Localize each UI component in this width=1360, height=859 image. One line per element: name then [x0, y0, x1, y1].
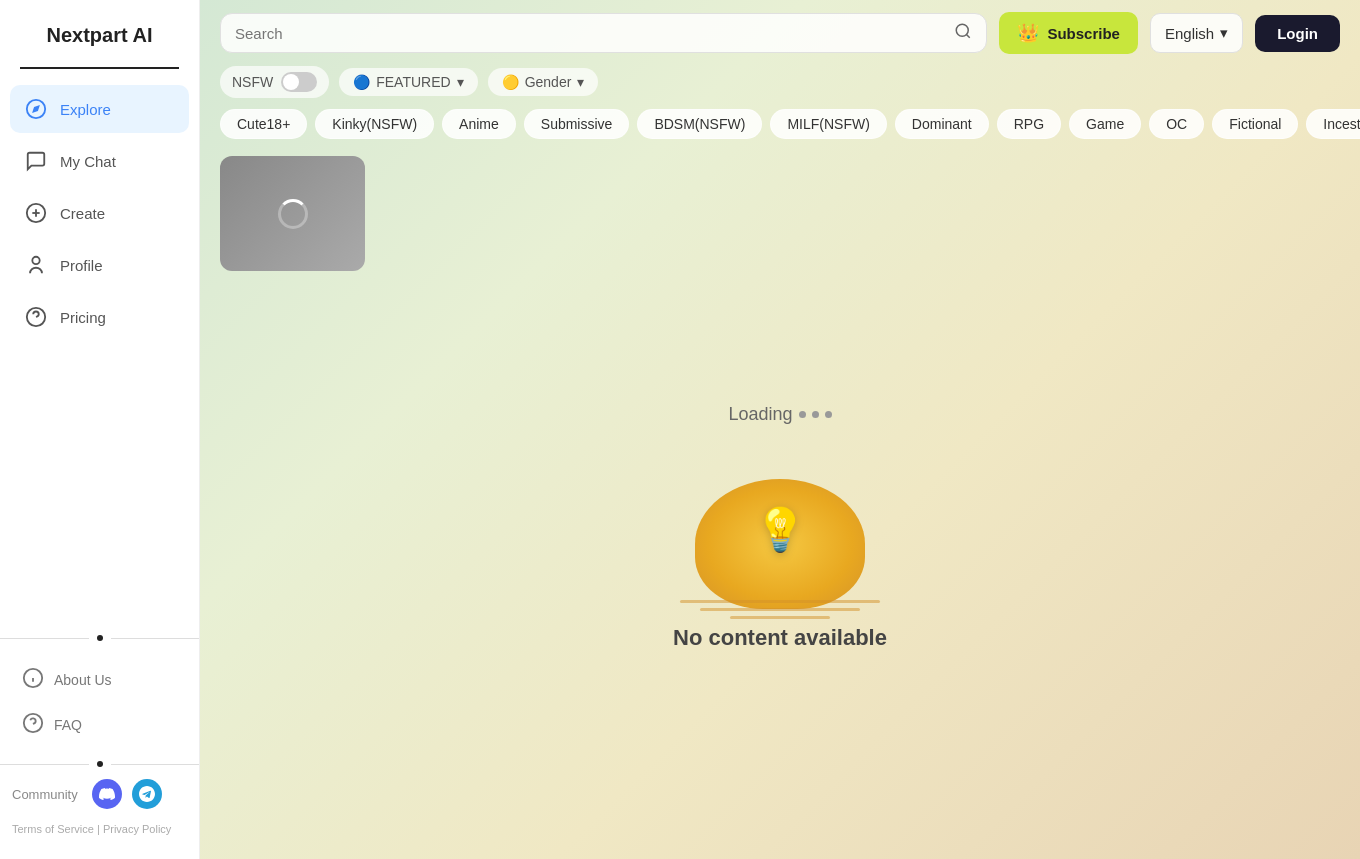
explore-icon — [22, 95, 50, 123]
header: 👑 Subscribe English ▾ Login — [200, 0, 1360, 66]
tag-fictional[interactable]: Fictional — [1212, 109, 1298, 139]
tag-cute18[interactable]: Cute18+ — [220, 109, 307, 139]
no-content-wrapper: Loading 💡 No content available — [670, 404, 890, 651]
line-2 — [700, 608, 860, 611]
sidebar-mid-divider — [0, 627, 199, 649]
pricing-icon — [22, 303, 50, 331]
login-button[interactable]: Login — [1255, 15, 1340, 52]
footer-links: Terms of Service | Privacy Policy — [0, 817, 199, 843]
content-area: Loading 💡 No content available — [200, 156, 1360, 859]
sidebar-item-my-chat[interactable]: My Chat — [10, 137, 189, 185]
svg-point-13 — [957, 24, 969, 36]
dot-2 — [812, 411, 819, 418]
sidebar-item-pricing[interactable]: Pricing — [10, 293, 189, 341]
language-button[interactable]: English ▾ — [1150, 13, 1243, 53]
loading-spinner — [278, 199, 308, 229]
chevron-down-icon: ▾ — [1220, 24, 1228, 42]
dot-3 — [825, 411, 832, 418]
terms-link[interactable]: Terms of Service — [12, 823, 94, 835]
create-icon — [22, 199, 50, 227]
dot-1 — [799, 411, 806, 418]
sidebar-item-create-label: Create — [60, 205, 105, 222]
tag-rpg[interactable]: RPG — [997, 109, 1061, 139]
sidebar-item-about[interactable]: About Us — [10, 659, 189, 700]
no-content-text: No content available — [673, 625, 887, 651]
illustration: 💡 — [670, 449, 890, 609]
search-icon[interactable] — [954, 22, 972, 44]
svg-line-14 — [967, 34, 970, 37]
filter-bar: NSFW 🔵 FEATURED ▾ 🟡 Gender ▾ — [200, 66, 1360, 108]
subscribe-button[interactable]: 👑 Subscribe — [999, 12, 1138, 54]
sidebar-item-profile[interactable]: Profile — [10, 241, 189, 289]
sidebar-item-faq[interactable]: FAQ — [10, 704, 189, 745]
tag-milf[interactable]: MILF(NSFW) — [770, 109, 886, 139]
line-1 — [680, 600, 880, 603]
crown-icon: 👑 — [1017, 22, 1039, 44]
gender-button[interactable]: 🟡 Gender ▾ — [488, 68, 599, 96]
community-label: Community — [12, 787, 78, 802]
main-content: 👑 Subscribe English ▾ Login NSFW 🔵 FEATU… — [200, 0, 1360, 859]
gender-emoji-icon: 🟡 — [502, 74, 519, 90]
sidebar-item-explore-label: Explore — [60, 101, 111, 118]
sidebar-top-divider — [20, 67, 179, 69]
profile-icon — [22, 251, 50, 279]
sidebar-item-my-chat-label: My Chat — [60, 153, 116, 170]
loading-dots: Loading — [728, 404, 831, 425]
featured-button[interactable]: 🔵 FEATURED ▾ — [339, 68, 477, 96]
svg-point-5 — [32, 257, 39, 264]
sidebar-faq-label: FAQ — [54, 717, 82, 733]
subscribe-label: Subscribe — [1047, 25, 1120, 42]
sidebar: Nextpart AI Explore My Chat Create — [0, 0, 200, 859]
footer-separator: | — [97, 823, 100, 835]
tag-bdsm[interactable]: BDSM(NSFW) — [637, 109, 762, 139]
tag-anime[interactable]: Anime — [442, 109, 516, 139]
gender-chevron-icon: ▾ — [577, 74, 584, 90]
app-logo: Nextpart AI — [0, 16, 199, 67]
about-icon — [22, 667, 44, 692]
telegram-icon[interactable] — [132, 779, 162, 809]
featured-label: FEATURED — [376, 74, 450, 90]
search-input[interactable] — [235, 25, 946, 42]
faq-icon — [22, 712, 44, 737]
sidebar-about-label: About Us — [54, 672, 112, 688]
nsfw-label: NSFW — [232, 74, 273, 90]
sidebar-item-explore[interactable]: Explore — [10, 85, 189, 133]
my-chat-icon — [22, 147, 50, 175]
loading-text: Loading — [728, 404, 792, 425]
featured-chevron-icon: ▾ — [457, 74, 464, 90]
tag-incest[interactable]: Incest(NSFW) — [1306, 109, 1360, 139]
sidebar-item-pricing-label: Pricing — [60, 309, 106, 326]
privacy-link[interactable]: Privacy Policy — [103, 823, 171, 835]
community-row: Community — [0, 775, 199, 817]
tag-dominant[interactable]: Dominant — [895, 109, 989, 139]
loading-card — [220, 156, 365, 271]
tag-oc[interactable]: OC — [1149, 109, 1204, 139]
tag-kinky[interactable]: Kinky(NSFW) — [315, 109, 434, 139]
tag-game[interactable]: Game — [1069, 109, 1141, 139]
nsfw-switch[interactable] — [281, 72, 317, 92]
sidebar-item-create[interactable]: Create — [10, 189, 189, 237]
sidebar-nav: Explore My Chat Create Profile — [0, 85, 199, 627]
tag-submissive[interactable]: Submissive — [524, 109, 630, 139]
login-label: Login — [1277, 25, 1318, 42]
svg-marker-1 — [32, 105, 40, 113]
tags-bar: Cute18+ Kinky(NSFW) Anime Submissive BDS… — [200, 108, 1360, 156]
language-label: English — [1165, 25, 1214, 42]
discord-icon[interactable] — [92, 779, 122, 809]
illustration-lines — [665, 600, 895, 619]
nsfw-toggle[interactable]: NSFW — [220, 66, 329, 98]
gender-label: Gender — [525, 74, 572, 90]
sidebar-bottom-divider — [0, 753, 199, 775]
illustration-bulb-icon: 💡 — [754, 505, 806, 554]
featured-icon: 🔵 — [353, 74, 370, 90]
sidebar-bottom: About Us FAQ — [0, 649, 199, 745]
line-3 — [730, 616, 830, 619]
search-box — [220, 13, 987, 53]
sidebar-item-profile-label: Profile — [60, 257, 103, 274]
